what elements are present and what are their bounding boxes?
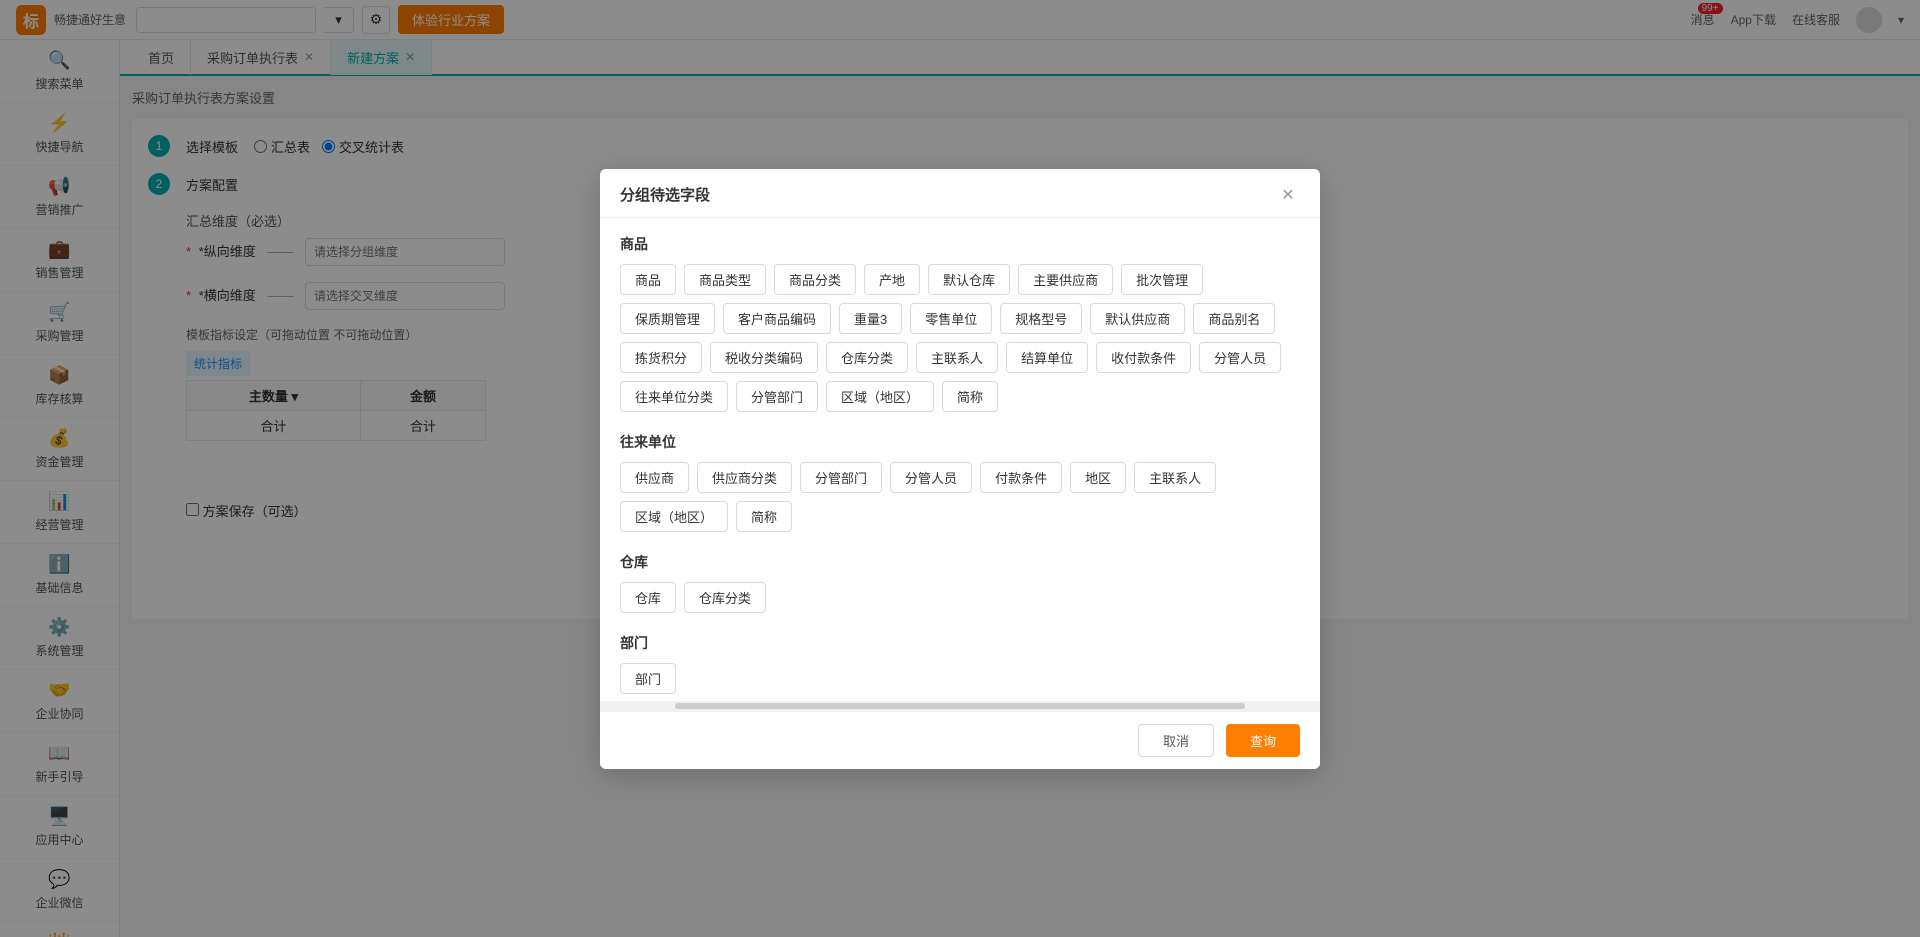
field-tag-1-8[interactable]: 简称	[736, 501, 792, 532]
field-tag-0-8[interactable]: 客户商品编码	[723, 303, 831, 334]
field-tag-0-0[interactable]: 商品	[620, 264, 676, 295]
field-tag-0-4[interactable]: 默认仓库	[928, 264, 1010, 295]
field-tag-1-1[interactable]: 供应商分类	[697, 462, 792, 493]
hscroll-thumb	[675, 703, 1245, 709]
modal-overlay: 分组待选字段 ✕ 商品商品商品类型商品分类产地默认仓库主要供应商批次管理保质期管…	[0, 0, 1920, 937]
field-tag-1-7[interactable]: 区域（地区）	[620, 501, 728, 532]
field-tag-1-0[interactable]: 供应商	[620, 462, 689, 493]
field-tag-0-3[interactable]: 产地	[864, 264, 920, 295]
field-tag-1-6[interactable]: 主联系人	[1134, 462, 1216, 493]
field-group-title-1: 往来单位	[620, 432, 1300, 452]
confirm-button[interactable]: 查询	[1226, 724, 1300, 757]
field-tag-0-14[interactable]: 拣货积分	[620, 342, 702, 373]
field-tag-1-5[interactable]: 地区	[1070, 462, 1126, 493]
field-tags-3: 部门	[620, 663, 1300, 694]
field-tags-0: 商品商品类型商品分类产地默认仓库主要供应商批次管理保质期管理客户商品编码重量3 零…	[620, 264, 1300, 412]
field-group-0: 商品商品商品类型商品分类产地默认仓库主要供应商批次管理保质期管理客户商品编码重量…	[620, 234, 1300, 412]
field-tag-0-11[interactable]: 规格型号	[1000, 303, 1082, 334]
field-group-title-3: 部门	[620, 633, 1300, 653]
modal-close-button[interactable]: ✕	[1276, 183, 1300, 207]
field-group-title-0: 商品	[620, 234, 1300, 254]
field-tag-0-22[interactable]: 分管部门	[736, 381, 818, 412]
field-tag-0-24[interactable]: 简称	[942, 381, 998, 412]
modal-header: 分组待选字段 ✕	[600, 169, 1320, 218]
field-tags-1: 供应商供应商分类分管部门分管人员付款条件地区主联系人区域（地区） 简称	[620, 462, 1300, 532]
field-group-3: 部门部门	[620, 633, 1300, 694]
field-tag-0-10[interactable]: 零售单位	[910, 303, 992, 334]
modal-body: 商品商品商品类型商品分类产地默认仓库主要供应商批次管理保质期管理客户商品编码重量…	[600, 218, 1320, 701]
modal-footer: 取消 查询	[600, 711, 1320, 769]
modal-title: 分组待选字段	[620, 184, 710, 205]
field-tag-0-7[interactable]: 保质期管理	[620, 303, 715, 334]
field-tag-0-2[interactable]: 商品分类	[774, 264, 856, 295]
field-tag-0-17[interactable]: 主联系人	[916, 342, 998, 373]
field-tag-0-16[interactable]: 仓库分类	[826, 342, 908, 373]
field-group-1: 往来单位供应商供应商分类分管部门分管人员付款条件地区主联系人区域（地区） 简称	[620, 432, 1300, 532]
field-tag-0-23[interactable]: 区域（地区）	[826, 381, 934, 412]
field-tag-2-1[interactable]: 仓库分类	[684, 582, 766, 613]
field-tag-1-4[interactable]: 付款条件	[980, 462, 1062, 493]
field-tag-0-15[interactable]: 税收分类编码	[710, 342, 818, 373]
field-tag-0-5[interactable]: 主要供应商	[1018, 264, 1113, 295]
field-tag-0-6[interactable]: 批次管理	[1121, 264, 1203, 295]
field-tag-0-1[interactable]: 商品类型	[684, 264, 766, 295]
field-tag-1-2[interactable]: 分管部门	[800, 462, 882, 493]
field-tag-0-20[interactable]: 分管人员	[1199, 342, 1281, 373]
field-tag-2-0[interactable]: 仓库	[620, 582, 676, 613]
field-tags-2: 仓库仓库分类	[620, 582, 1300, 613]
field-tag-0-12[interactable]: 默认供应商	[1090, 303, 1185, 334]
field-tag-3-0[interactable]: 部门	[620, 663, 676, 694]
cancel-button[interactable]: 取消	[1138, 724, 1214, 757]
field-tag-0-19[interactable]: 收付款条件	[1096, 342, 1191, 373]
field-tag-0-21[interactable]: 往来单位分类	[620, 381, 728, 412]
field-group-2: 仓库仓库仓库分类	[620, 552, 1300, 613]
field-tag-0-18[interactable]: 结算单位	[1006, 342, 1088, 373]
field-group-title-2: 仓库	[620, 552, 1300, 572]
modal-dialog: 分组待选字段 ✕ 商品商品商品类型商品分类产地默认仓库主要供应商批次管理保质期管…	[600, 169, 1320, 769]
field-tag-0-9[interactable]: 重量3	[839, 303, 902, 334]
modal-horizontal-scrollbar[interactable]	[600, 701, 1320, 711]
field-tag-0-13[interactable]: 商品别名	[1193, 303, 1275, 334]
field-tag-1-3[interactable]: 分管人员	[890, 462, 972, 493]
